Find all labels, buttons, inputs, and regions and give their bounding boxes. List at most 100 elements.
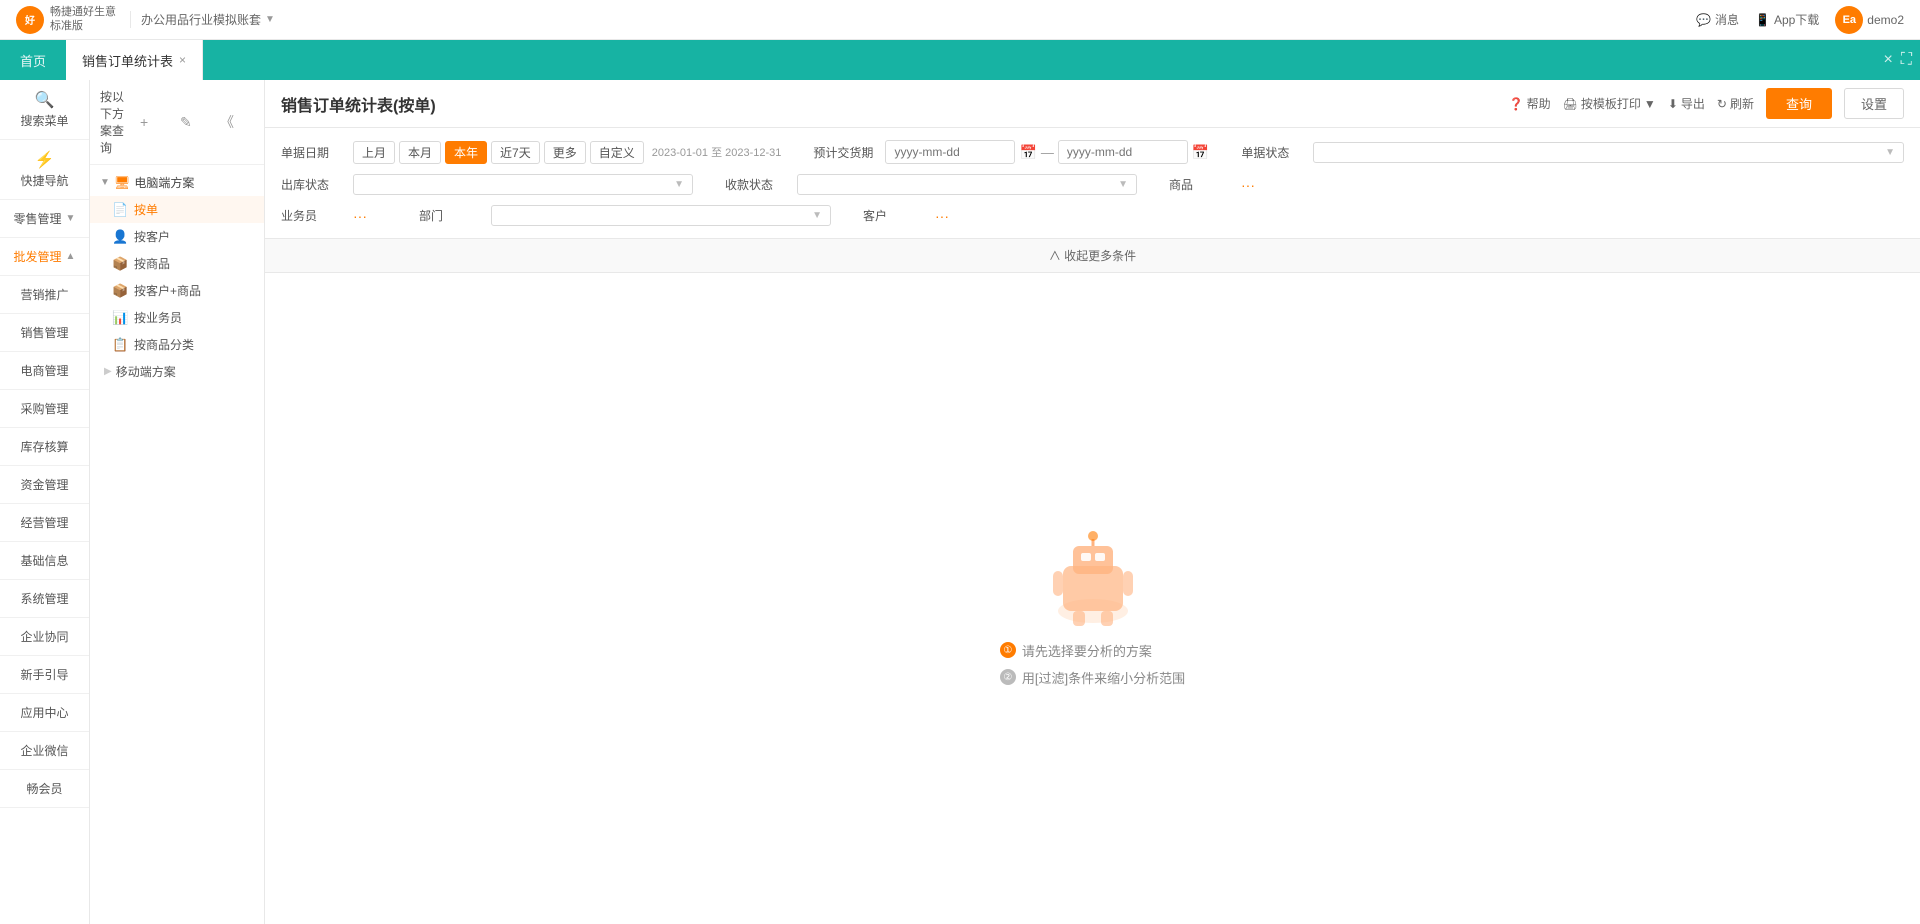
date-btn-last-month[interactable]: 上月 xyxy=(353,141,395,164)
scheme-tree: ▼ 🖥 电脑端方案 📄 按单 👤 按客户 📦 按商品 xyxy=(90,165,264,924)
workspace-chevron-icon: ▼ xyxy=(265,14,275,25)
print-icon: 🖨 xyxy=(1563,97,1578,111)
date-btn-this-month[interactable]: 本月 xyxy=(399,141,441,164)
filter-row-3: 业务员 ··· 部门 ▼ 客户 ··· xyxy=(281,205,1904,226)
sidebar-item-member[interactable]: 畅会员 xyxy=(0,770,89,808)
refresh-icon: ↻ xyxy=(1717,97,1727,111)
sidebar-item-basic-info[interactable]: 基础信息 xyxy=(0,542,89,580)
collapse-filter-button[interactable]: ∧ 收起更多条件 xyxy=(265,239,1920,273)
page-title: 销售订单统计表(按单) xyxy=(281,92,436,116)
tab-bar-right: × ⛶ xyxy=(1883,51,1920,69)
filter-row-2: 出库状态 ▼ 收款状态 ▼ 商品 ··· xyxy=(281,174,1904,195)
scheme-item-by-category[interactable]: 📋 按商品分类 xyxy=(90,331,264,358)
calendar-end-icon[interactable]: 📅 xyxy=(1192,144,1209,161)
scheme-edit-button[interactable]: ✎ xyxy=(180,114,214,131)
scheme-collapse-button[interactable]: 《 xyxy=(220,112,254,132)
status-chevron-icon: ▼ xyxy=(1885,147,1895,158)
hint-num-1: ① xyxy=(1000,642,1016,658)
customer-icon: 👤 xyxy=(112,229,128,245)
export-button[interactable]: ⬇ 导出 xyxy=(1668,95,1705,112)
template-print-button[interactable]: 🖨 按模板打印 ▼ xyxy=(1563,95,1656,112)
main-layout: 🔍 搜索菜单 ⚡ 快捷导航 零售管理 ▼ 批发管理 ▲ 营销推广 销售管理 电商… xyxy=(0,80,1920,924)
date-range-text: 2023-01-01 至 2023-12-31 xyxy=(652,144,782,160)
scheme-group-pc: ▼ 🖥 电脑端方案 📄 按单 👤 按客户 📦 按商品 xyxy=(90,169,264,358)
goods-select-button[interactable]: ··· xyxy=(1241,177,1255,193)
sidebar-item-marketing[interactable]: 营销推广 xyxy=(0,276,89,314)
sidebar-item-new-guide[interactable]: 新手引导 xyxy=(0,656,89,694)
sidebar-item-app-center[interactable]: 应用中心 xyxy=(0,694,89,732)
salesperson-select-button[interactable]: ··· xyxy=(353,208,367,224)
sidebar-item-wholesale[interactable]: 批发管理 ▲ xyxy=(0,238,89,276)
help-icon: ❓ xyxy=(1509,97,1524,111)
sidebar-item-retail[interactable]: 零售管理 ▼ xyxy=(0,200,89,238)
workspace-selector[interactable]: 办公用品行业模拟账套 ▼ xyxy=(130,11,275,28)
date-buttons: 上月 本月 本年 近7天 更多 自定义 2023-01-01 至 2023-12… xyxy=(353,141,781,164)
scheme-item-by-product[interactable]: 📦 按商品 xyxy=(90,250,264,277)
window-close-button[interactable]: × xyxy=(1883,51,1892,69)
sidebar-item-purchase[interactable]: 采购管理 xyxy=(0,390,89,428)
department-select[interactable]: ▼ xyxy=(491,205,831,226)
sidebar-item-quick-nav[interactable]: ⚡ 快捷导航 xyxy=(0,140,89,200)
date-btn-custom[interactable]: 自定义 xyxy=(590,141,644,164)
tab-sales-order-stats[interactable]: 销售订单统计表 × xyxy=(66,40,203,80)
chevron-up-icon: ▲ xyxy=(66,251,76,262)
tab-bar: 首页 销售订单统计表 × × ⛶ xyxy=(0,40,1920,80)
tab-home[interactable]: 首页 xyxy=(0,40,66,80)
scheme-add-button[interactable]: + xyxy=(140,114,174,130)
expected-delivery-label: 预计交货期 xyxy=(813,144,873,161)
settings-button[interactable]: 设置 xyxy=(1844,88,1904,119)
sidebar-item-operations[interactable]: 经营管理 xyxy=(0,504,89,542)
filter-section: 单据日期 上月 本月 本年 近7天 更多 自定义 2023-01-01 至 20… xyxy=(265,128,1920,239)
query-button[interactable]: 查询 xyxy=(1766,88,1832,119)
scheme-group-mobile: ▶ 移动端方案 xyxy=(90,358,264,385)
refresh-button[interactable]: ↻ 刷新 xyxy=(1717,95,1754,112)
delivery-status-label: 出库状态 xyxy=(281,176,341,193)
tab-close-icon[interactable]: × xyxy=(179,53,186,67)
message-button[interactable]: 💬 消息 xyxy=(1696,11,1739,28)
sidebar-item-finance[interactable]: 资金管理 xyxy=(0,466,89,504)
help-button[interactable]: ❓ 帮助 xyxy=(1509,95,1551,112)
app-download-button[interactable]: 📱 App下载 xyxy=(1755,11,1819,28)
scheme-item-by-customer[interactable]: 👤 按客户 xyxy=(90,223,264,250)
scheme-panel: 按以下方案查询 + ✎ 《 ▼ 🖥 电脑端方案 📄 按单 xyxy=(90,80,265,924)
sidebar-item-enterprise-wechat[interactable]: 企业微信 xyxy=(0,732,89,770)
chevron-down-icon: ▼ xyxy=(66,213,76,224)
salesperson-icon: 📊 xyxy=(112,310,128,326)
salesperson-label: 业务员 xyxy=(281,207,341,224)
robot-illustration xyxy=(1033,511,1153,631)
sidebar-item-system[interactable]: 系统管理 xyxy=(0,580,89,618)
customer-product-icon: 📦 xyxy=(112,283,128,299)
payment-status-label: 收款状态 xyxy=(725,176,785,193)
payment-status-select[interactable]: ▼ xyxy=(797,174,1137,195)
scheme-panel-header: 按以下方案查询 + ✎ 《 xyxy=(90,80,264,165)
scheme-item-by-customer-product[interactable]: 📦 按客户+商品 xyxy=(90,277,264,304)
user-menu[interactable]: Ea demo2 xyxy=(1835,6,1904,34)
window-expand-button[interactable]: ⛶ xyxy=(1901,51,1912,69)
sidebar-item-sales[interactable]: 销售管理 xyxy=(0,314,89,352)
calendar-start-icon[interactable]: 📅 xyxy=(1019,144,1036,161)
status-select[interactable]: ▼ xyxy=(1313,142,1904,163)
date-btn-7days[interactable]: 近7天 xyxy=(491,141,540,164)
sidebar-item-enterprise[interactable]: 企业协同 xyxy=(0,618,89,656)
scheme-item-by-order[interactable]: 📄 按单 xyxy=(90,196,264,223)
scheme-group-mobile-header[interactable]: ▶ 移动端方案 xyxy=(90,358,264,385)
sidebar-item-ecommerce[interactable]: 电商管理 xyxy=(0,352,89,390)
delivery-date-start-input[interactable] xyxy=(885,140,1015,164)
scheme-item-by-salesperson[interactable]: 📊 按业务员 xyxy=(90,304,264,331)
empty-state: ① 请先选择要分析的方案 ② 用[过滤]条件来缩小分析范围 xyxy=(265,273,1920,924)
date-btn-this-year[interactable]: 本年 xyxy=(445,141,487,164)
page-header: 销售订单统计表(按单) ❓ 帮助 🖨 按模板打印 ▼ ⬇ 导出 xyxy=(265,80,1920,128)
delivery-status-select[interactable]: ▼ xyxy=(353,174,693,195)
sidebar-item-search-menu[interactable]: 🔍 搜索菜单 xyxy=(0,80,89,140)
scheme-group-pc-header[interactable]: ▼ 🖥 电脑端方案 xyxy=(90,169,264,196)
sidebar-item-inventory[interactable]: 库存核算 xyxy=(0,428,89,466)
date-btn-more[interactable]: 更多 xyxy=(544,141,586,164)
search-icon: 🔍 xyxy=(35,90,55,110)
quick-nav-icon: ⚡ xyxy=(35,150,55,170)
delivery-date-end-input[interactable] xyxy=(1058,140,1188,164)
customer-select-button[interactable]: ··· xyxy=(935,208,949,224)
export-icon: ⬇ xyxy=(1668,97,1678,111)
empty-illustration xyxy=(1033,511,1153,631)
category-icon: 📋 xyxy=(112,337,128,353)
empty-hint-2: ② 用[过滤]条件来缩小分析范围 xyxy=(1000,668,1185,687)
